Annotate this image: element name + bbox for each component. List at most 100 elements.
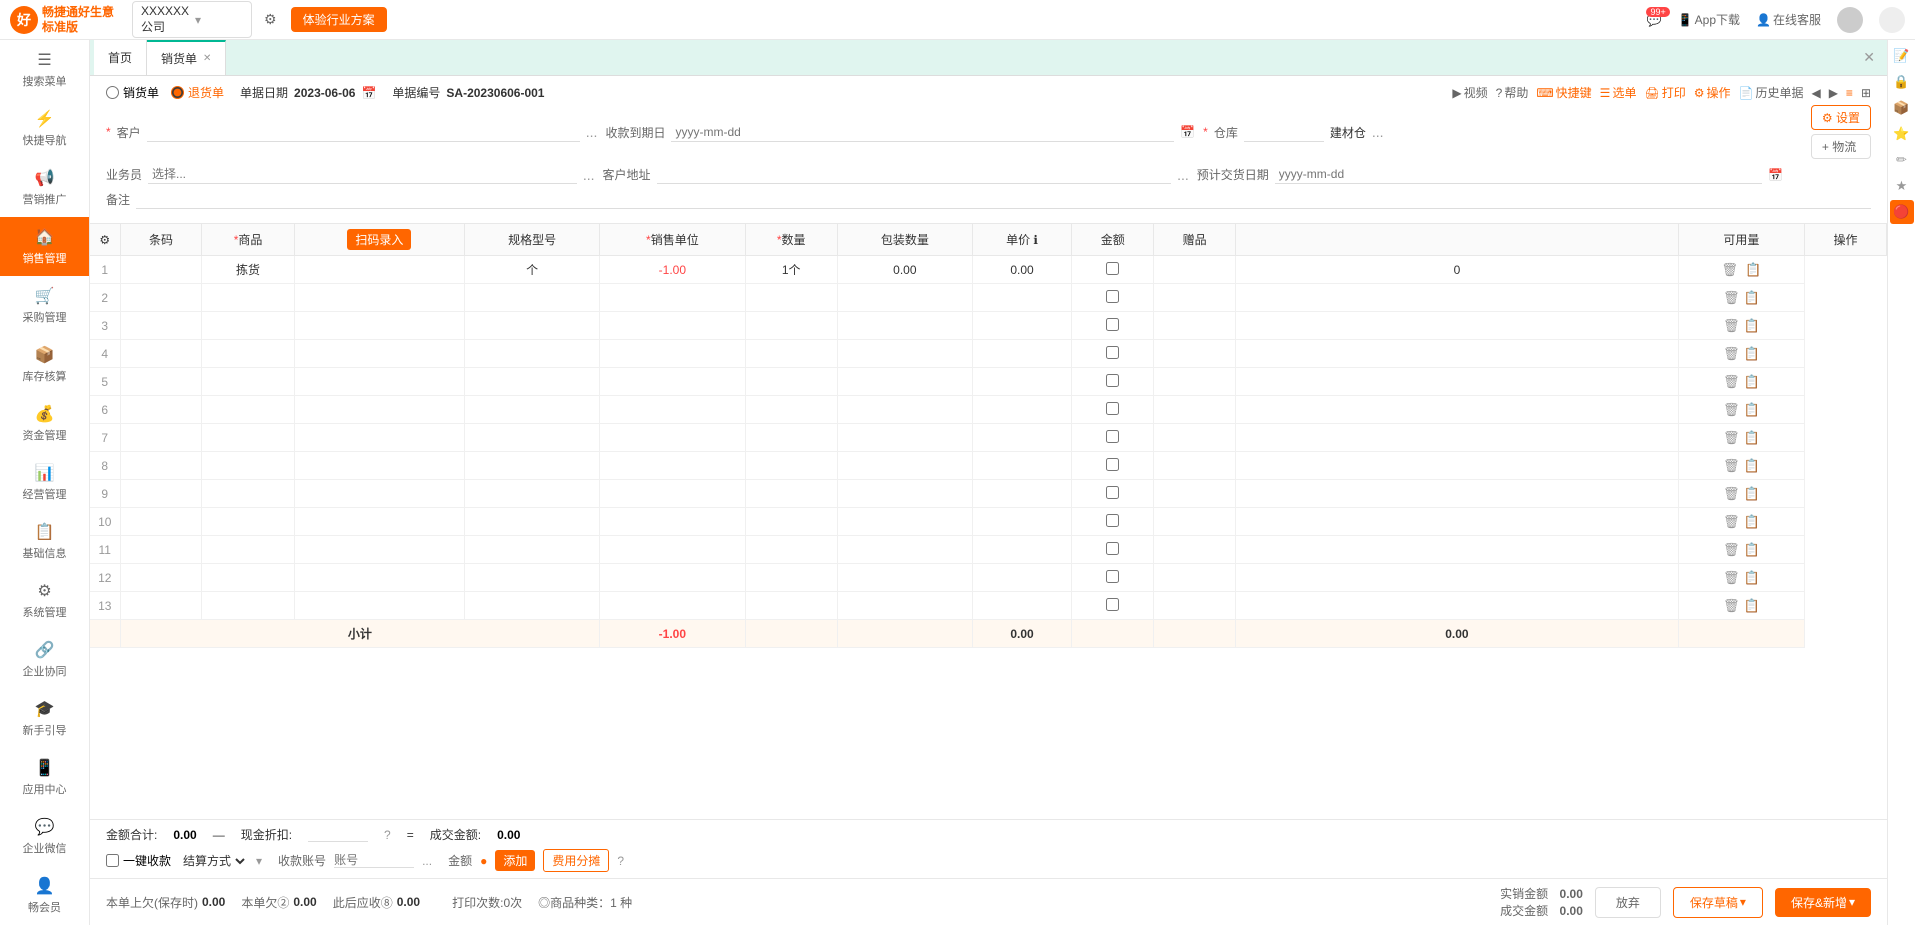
salesman-dots[interactable]: ... (583, 167, 595, 183)
calendar-icon[interactable]: 📅 (361, 86, 376, 100)
sidebar-item-enterprise[interactable]: 🔗 企业协同 (0, 630, 89, 689)
row-1-quantity[interactable]: -1.00 (600, 256, 745, 284)
sidebar-item-appcenter[interactable]: 📱 应用中心 (0, 748, 89, 807)
sidebar-item-finance[interactable]: 💰 资金管理 (0, 394, 89, 453)
settlement-dots[interactable]: ▾ (256, 854, 262, 868)
sidebar-item-member[interactable]: 👤 畅会员 (0, 866, 89, 925)
col-gift: 赠品 (1154, 224, 1236, 256)
form-logistics-btn[interactable]: + 物流 (1811, 134, 1871, 159)
table-row: 5🗑📋 (90, 368, 1887, 396)
select-btn[interactable]: ☰ 选单 (1600, 84, 1637, 101)
shortcut-btn[interactable]: ⌨ 快捷键 (1536, 84, 1591, 101)
customer-address-field: 客户地址 ... (603, 165, 1189, 184)
discard-btn[interactable]: 放弃 (1595, 887, 1661, 918)
nav-next[interactable]: ▶ (1829, 86, 1838, 100)
warehouse-dots[interactable]: ... (1372, 124, 1384, 140)
row-1-delete-icon[interactable]: 🗑 (1719, 260, 1740, 279)
expense-allocation-btn[interactable]: 费用分摊 (543, 849, 609, 872)
app-download-link[interactable]: 📱 App下载 (1678, 11, 1740, 28)
sidebar-item-wechat[interactable]: 💬 企业微信 (0, 807, 89, 866)
save-draft-btn[interactable]: 保存草稿 ▾ (1673, 887, 1763, 918)
sidebar-item-quicknav[interactable]: ⚡ 快捷导航 (0, 99, 89, 158)
radio-sales-order[interactable]: 销货单 (106, 84, 159, 101)
payment-due-input[interactable] (671, 123, 1174, 142)
row-1-product[interactable]: 拣货 (202, 256, 294, 284)
row-1-spec[interactable] (294, 256, 464, 284)
scan-btn[interactable]: 扫码录入 (347, 229, 411, 250)
expected-delivery-input[interactable] (1275, 165, 1762, 184)
sidebar-item-guide[interactable]: 🎓 新手引导 (0, 689, 89, 748)
company-selector[interactable]: XXXXXX公司 ▾ (132, 1, 252, 38)
col-settings[interactable]: ⚙ (90, 224, 120, 256)
right-panel-icon-7[interactable]: 🔴 (1890, 200, 1914, 224)
warehouse-input[interactable] (1244, 123, 1324, 142)
sidebar-item-inventory[interactable]: 📦 库存核算 (0, 335, 89, 394)
right-panel-icon-6[interactable]: ★ (1890, 174, 1914, 198)
row-1-copy-icon[interactable]: 📋 (1743, 260, 1763, 279)
tab-home[interactable]: 首页 (94, 40, 147, 75)
right-panel-icon-3[interactable]: 📦 (1890, 96, 1914, 120)
customer-input[interactable] (147, 123, 580, 142)
row-1-unit[interactable]: 个 (465, 256, 600, 284)
right-panel-icon-5[interactable]: ✏ (1890, 148, 1914, 172)
delivery-calendar-icon[interactable]: 📅 (1768, 168, 1783, 182)
product-type: ◎商品种类：1 种 (538, 894, 632, 911)
address-dots[interactable]: ... (1177, 167, 1189, 183)
account-input[interactable] (334, 853, 414, 868)
add-circle-icon[interactable]: ● (480, 854, 487, 868)
sidebar-item-system[interactable]: ⚙ 系统管理 (0, 571, 89, 630)
col-scan[interactable]: 扫码录入 (294, 224, 464, 256)
customer-dots[interactable]: ... (586, 124, 598, 140)
right-panel-icon-1[interactable]: 📝 (1890, 44, 1914, 68)
close-all-tabs[interactable]: ✕ (1863, 49, 1883, 66)
history-btn[interactable]: 📄 历史单据 (1738, 84, 1803, 101)
sidebar-item-purchase[interactable]: 🛒 采购管理 (0, 276, 89, 335)
message-icon[interactable]: 💬 99+ (1647, 13, 1662, 27)
right-panel-icon-4[interactable]: ⭐ (1890, 122, 1914, 146)
order-no-value[interactable]: SA-20230606-001 (446, 86, 544, 100)
row-1-gift[interactable] (1072, 256, 1154, 284)
salesman-input[interactable] (148, 165, 577, 184)
form-settings-btn[interactable]: ⚙ 设置 (1811, 105, 1871, 130)
account-dots[interactable]: ... (422, 854, 432, 868)
expense-help-icon[interactable]: ? (617, 854, 624, 868)
video-btn[interactable]: ▶ 视频 (1452, 84, 1487, 101)
customer-address-input[interactable] (657, 165, 1172, 184)
tab-sales-order[interactable]: 销货单 ✕ (147, 40, 226, 75)
row-1-unit-price[interactable]: 0.00 (837, 256, 972, 284)
date-value[interactable]: 2023-06-06 (294, 86, 355, 100)
question-icon[interactable]: ? (384, 828, 391, 842)
notes-input[interactable] (136, 190, 1871, 209)
add-payment-btn[interactable]: 添加 (495, 850, 535, 871)
right-panel-icon-2[interactable]: 🔒 (1890, 70, 1914, 94)
print-btn[interactable]: 🖨 打印 (1644, 84, 1685, 101)
sidebar-item-marketing[interactable]: 📢 营销推广 (0, 158, 89, 217)
save-new-btn[interactable]: 保存&新增 ▾ (1775, 888, 1871, 917)
view-grid-btn[interactable]: ⊞ (1861, 86, 1871, 100)
discount-input[interactable] (308, 827, 368, 842)
experience-btn[interactable]: 体验行业方案 (291, 7, 387, 32)
settlement-method-select[interactable]: 结算方式 (179, 853, 248, 869)
sidebar-item-baseinfo[interactable]: 📋 基础信息 (0, 512, 89, 571)
save-draft-dropdown-icon[interactable]: ▾ (1740, 895, 1746, 909)
sidebar-item-search[interactable]: ☰ 搜索菜单 (0, 40, 89, 99)
notes-row: 备注 (106, 190, 1871, 209)
row-1-barcode[interactable] (120, 256, 202, 284)
sidebar-item-sales[interactable]: 🏠 销售管理 (0, 217, 89, 276)
view-list-btn[interactable]: ≡ (1846, 86, 1853, 100)
current-debt-stat: 本单欠② 0.00 (241, 894, 316, 911)
sidebar-item-business[interactable]: 📊 经营管理 (0, 453, 89, 512)
online-service-link[interactable]: 👤 在线客服 (1756, 11, 1821, 28)
help-btn[interactable]: ? 帮助 (1496, 84, 1529, 101)
operation-btn[interactable]: ⚙ 操作 (1694, 84, 1731, 101)
settings-icon[interactable]: ⚙ (260, 7, 281, 32)
table-wrapper[interactable]: ⚙ 条码 *商品 扫码录入 规格型号 *销售单位 *数量 包装数量 单价 ℹ 金… (90, 224, 1887, 819)
tab-close-icon[interactable]: ✕ (203, 53, 211, 64)
save-new-dropdown-icon[interactable]: ▾ (1849, 895, 1855, 909)
user-avatar[interactable] (1837, 7, 1863, 33)
nav-prev[interactable]: ◀ (1811, 86, 1820, 100)
radio-return-order[interactable]: 退货单 (171, 84, 224, 101)
one-click-payment-checkbox[interactable]: 一键收款 (106, 852, 171, 869)
row-1-operation[interactable]: 🗑 📋 (1678, 256, 1804, 284)
payment-due-calendar-icon[interactable]: 📅 (1180, 125, 1195, 139)
